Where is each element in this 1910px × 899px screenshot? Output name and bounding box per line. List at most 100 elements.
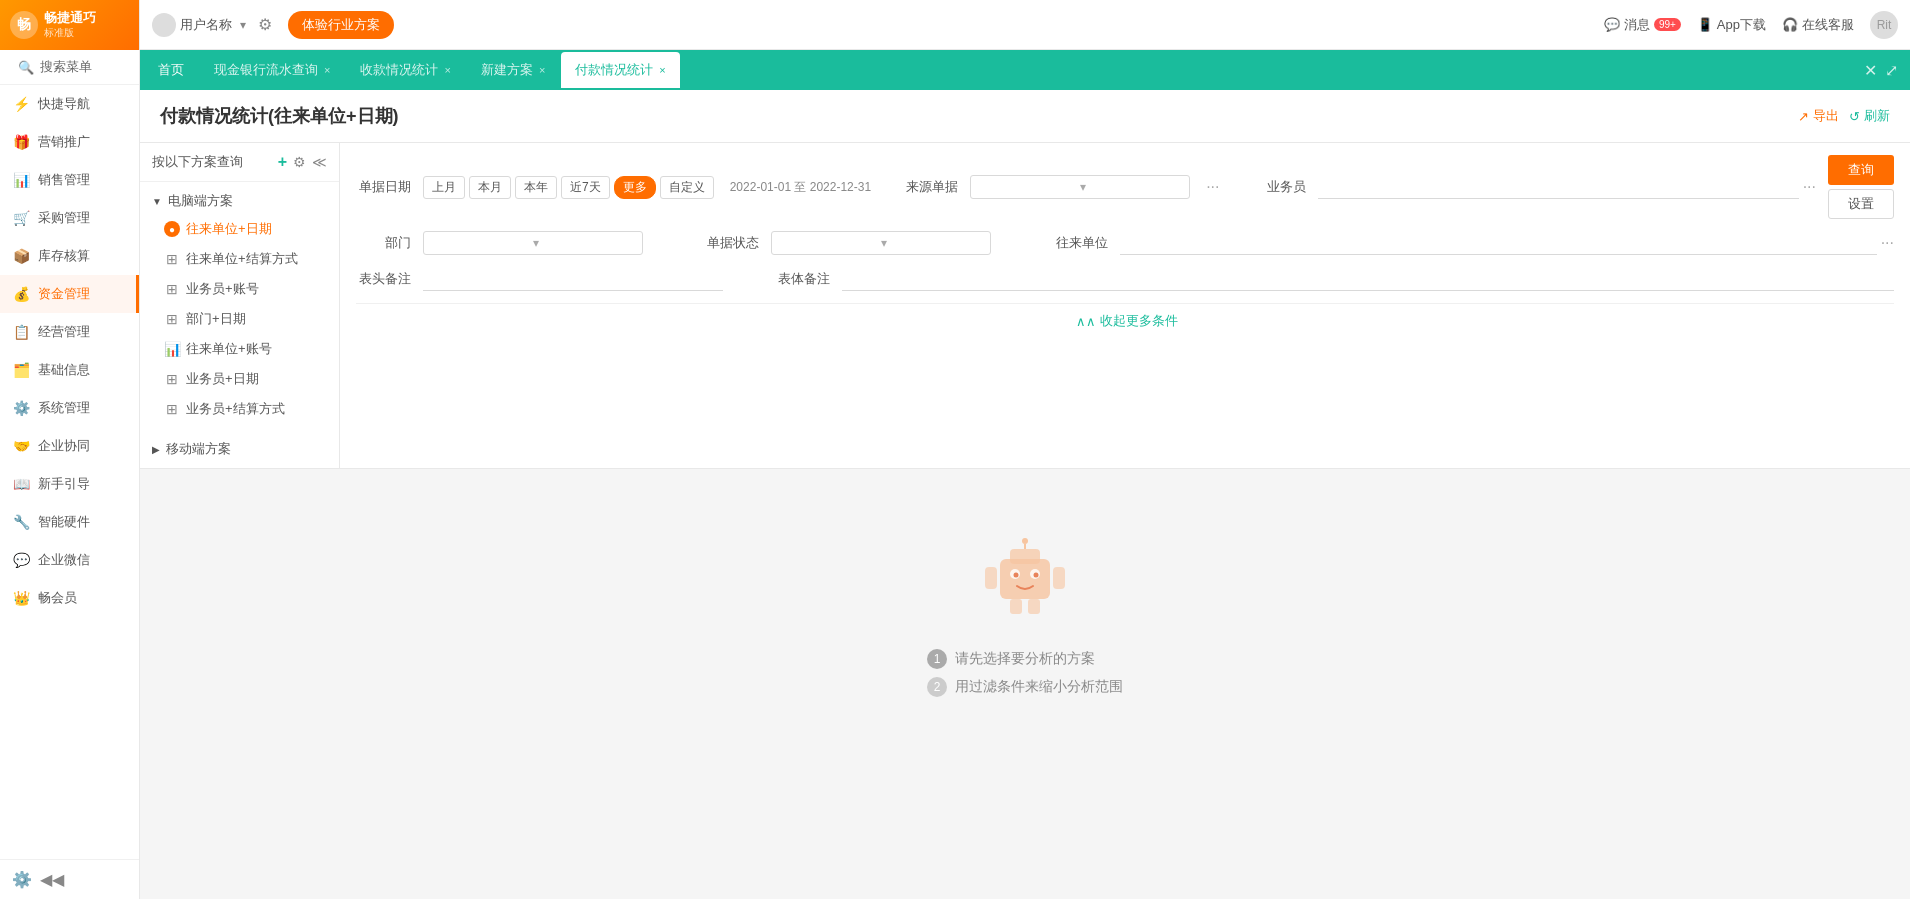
trial-button[interactable]: 体验行业方案 bbox=[288, 11, 394, 39]
scheme-item-staff-date-label: 业务员+日期 bbox=[186, 370, 259, 388]
scheme-panel-title: 按以下方案查询 bbox=[152, 153, 243, 171]
tab-new[interactable]: 新建方案 × bbox=[467, 52, 559, 88]
scheme-item-dw-date[interactable]: ● 往来单位+日期 bbox=[140, 214, 339, 244]
tab-receipt-close[interactable]: × bbox=[444, 64, 450, 76]
date-btn-more[interactable]: 更多 bbox=[614, 176, 656, 199]
scheme-item-dw-acct-label: 往来单位+账号 bbox=[186, 340, 272, 358]
collapse-more-btn[interactable]: ∧∧ 收起更多条件 bbox=[356, 303, 1894, 338]
nav-icon-zijin: 💰 bbox=[12, 285, 30, 303]
scheme-item-table-icon-1: ⊞ bbox=[164, 251, 180, 267]
scheme-item-staff-acct-label: 业务员+账号 bbox=[186, 280, 259, 298]
settings-button[interactable]: 设置 bbox=[1828, 189, 1894, 219]
empty-state-icon bbox=[975, 529, 1075, 629]
tabbar: 首页 现金银行流水查询 × 收款情况统计 × 新建方案 × 付款情况统计 × ✕… bbox=[140, 50, 1910, 90]
sidebar-item-xinshou[interactable]: 📖 新手引导 bbox=[0, 465, 139, 503]
tab-receipt[interactable]: 收款情况统计 × bbox=[346, 52, 464, 88]
sidebar-item-xiaoshou[interactable]: 📊 销售管理 bbox=[0, 161, 139, 199]
sidebar-item-qiye[interactable]: 🤝 企业协同 bbox=[0, 427, 139, 465]
counterparty-input[interactable] bbox=[1120, 231, 1877, 255]
source-select[interactable]: ▾ bbox=[970, 175, 1190, 199]
nav-label-xinshou: 新手引导 bbox=[38, 475, 90, 493]
query-button[interactable]: 查询 bbox=[1828, 155, 1894, 185]
sidebar-item-xitong[interactable]: ⚙️ 系统管理 bbox=[0, 389, 139, 427]
tab-payment-close[interactable]: × bbox=[659, 64, 665, 76]
nav-label-qiye: 企业协同 bbox=[38, 437, 90, 455]
scheme-panel-header: 按以下方案查询 + ⚙ ≪ bbox=[140, 143, 339, 182]
scheme-gear-icon[interactable]: ⚙ bbox=[293, 154, 306, 170]
empty-tips: 1 请先选择要分析的方案 2 用过滤条件来缩小分析范围 bbox=[927, 649, 1123, 697]
tab-bank[interactable]: 现金银行流水查询 × bbox=[200, 52, 344, 88]
topbar-gear-icon[interactable]: ⚙ bbox=[258, 15, 272, 34]
user-avatar[interactable]: Rit bbox=[1870, 11, 1898, 39]
tab-payment[interactable]: 付款情况统计 × bbox=[561, 52, 679, 88]
scheme-item-dept-date[interactable]: ⊞ 部门+日期 bbox=[140, 304, 339, 334]
date-btn-this-month[interactable]: 本月 bbox=[469, 176, 511, 199]
scheme-collapse-icon[interactable]: ≪ bbox=[312, 154, 327, 170]
page-actions: ↗ 导出 ↺ 刷新 bbox=[1798, 107, 1890, 125]
sidebar-item-jingying[interactable]: 📋 经营管理 bbox=[0, 313, 139, 351]
date-btn-7days[interactable]: 近7天 bbox=[561, 176, 610, 199]
scheme-item-staff-settle[interactable]: ⊞ 业务员+结算方式 bbox=[140, 394, 339, 424]
nav-label-zijin: 资金管理 bbox=[38, 285, 90, 303]
settings-icon[interactable]: ⚙️ bbox=[12, 870, 32, 889]
scheme-panel-actions: + ⚙ ≪ bbox=[278, 153, 327, 171]
tab-bank-label: 现金银行流水查询 bbox=[214, 61, 318, 79]
sidebar-item-qiye2[interactable]: 💬 企业微信 bbox=[0, 541, 139, 579]
sidebar-item-kuaijie[interactable]: ⚡ 快捷导航 bbox=[0, 85, 139, 123]
empty-state: 1 请先选择要分析的方案 2 用过滤条件来缩小分析范围 bbox=[140, 469, 1910, 757]
refresh-icon: ↺ bbox=[1849, 109, 1860, 124]
sidebar-item-kucun[interactable]: 📦 库存核算 bbox=[0, 237, 139, 275]
app-download-btn[interactable]: 📱 App下载 bbox=[1697, 16, 1766, 34]
export-label: 导出 bbox=[1813, 107, 1839, 125]
date-range-text: 2022-01-01 至 2022-12-31 bbox=[730, 179, 871, 196]
scheme-item-dw-acct[interactable]: 📊 往来单位+账号 bbox=[140, 334, 339, 364]
scheme-group-mobile-title[interactable]: ▶ 移动端方案 bbox=[140, 436, 339, 462]
nav-label-xitong: 系统管理 bbox=[38, 399, 90, 417]
date-btn-this-year[interactable]: 本年 bbox=[515, 176, 557, 199]
online-service-btn[interactable]: 🎧 在线客服 bbox=[1782, 16, 1854, 34]
date-btn-custom[interactable]: 自定义 bbox=[660, 176, 714, 199]
sidebar-item-zijin[interactable]: 💰 资金管理 bbox=[0, 275, 139, 313]
tab-new-close[interactable]: × bbox=[539, 64, 545, 76]
scheme-group-arrow: ▼ bbox=[152, 196, 162, 207]
sidebar-item-chang[interactable]: 👑 畅会员 bbox=[0, 579, 139, 617]
app-download-label: App下载 bbox=[1717, 16, 1766, 34]
nav-icon-yingxiao: 🎁 bbox=[12, 133, 30, 151]
staff-input[interactable] bbox=[1318, 175, 1798, 199]
collapse-icon[interactable]: ◀◀ bbox=[40, 870, 64, 889]
dept-select[interactable]: ▾ bbox=[423, 231, 643, 255]
date-btn-last-month[interactable]: 上月 bbox=[423, 176, 465, 199]
body-note-input[interactable] bbox=[842, 267, 1894, 291]
scheme-item-active-icon: ● bbox=[164, 221, 180, 237]
logo-text-wrap: 畅捷通巧 标准版 bbox=[44, 10, 96, 40]
scheme-item-staff-date[interactable]: ⊞ 业务员+日期 bbox=[140, 364, 339, 394]
export-button[interactable]: ↗ 导出 bbox=[1798, 107, 1839, 125]
logo-icon: 畅 bbox=[10, 11, 38, 39]
refresh-button[interactable]: ↺ 刷新 bbox=[1849, 107, 1890, 125]
scheme-item-dw-settle[interactable]: ⊞ 往来单位+结算方式 bbox=[140, 244, 339, 274]
sidebar-search[interactable]: 🔍 搜索菜单 bbox=[0, 50, 139, 85]
scheme-mobile-group: ▶ 移动端方案 bbox=[140, 430, 339, 468]
company-avatar bbox=[152, 13, 176, 37]
expand-icon[interactable]: ⤢ bbox=[1885, 61, 1898, 80]
scheme-item-staff-acct[interactable]: ⊞ 业务员+账号 bbox=[140, 274, 339, 304]
header-note-input[interactable] bbox=[423, 267, 723, 291]
tip-num-2: 2 bbox=[927, 677, 947, 697]
close-all-icon[interactable]: ✕ bbox=[1864, 61, 1877, 80]
nav-label-yingxiao: 营销推广 bbox=[38, 133, 90, 151]
notification-btn[interactable]: 💬 消息 99+ bbox=[1604, 16, 1681, 34]
scheme-group-desktop-title[interactable]: ▼ 电脑端方案 bbox=[140, 188, 339, 214]
search-label: 搜索菜单 bbox=[40, 58, 92, 76]
sidebar-item-zhineng[interactable]: 🔧 智能硬件 bbox=[0, 503, 139, 541]
status-select[interactable]: ▾ bbox=[771, 231, 991, 255]
sidebar-item-yingxiao[interactable]: 🎁 营销推广 bbox=[0, 123, 139, 161]
topbar-arrow-icon[interactable]: ▾ bbox=[240, 18, 246, 32]
svg-point-10 bbox=[1014, 573, 1019, 578]
tab-home[interactable]: 首页 bbox=[144, 52, 198, 88]
source-label: 来源单据 bbox=[903, 178, 958, 196]
sidebar-item-caigou[interactable]: 🛒 采购管理 bbox=[0, 199, 139, 237]
tab-bank-close[interactable]: × bbox=[324, 64, 330, 76]
scheme-add-button[interactable]: + bbox=[278, 153, 287, 171]
sidebar-item-jichu[interactable]: 🗂️ 基础信息 bbox=[0, 351, 139, 389]
source-dots: ··· bbox=[1206, 178, 1219, 196]
